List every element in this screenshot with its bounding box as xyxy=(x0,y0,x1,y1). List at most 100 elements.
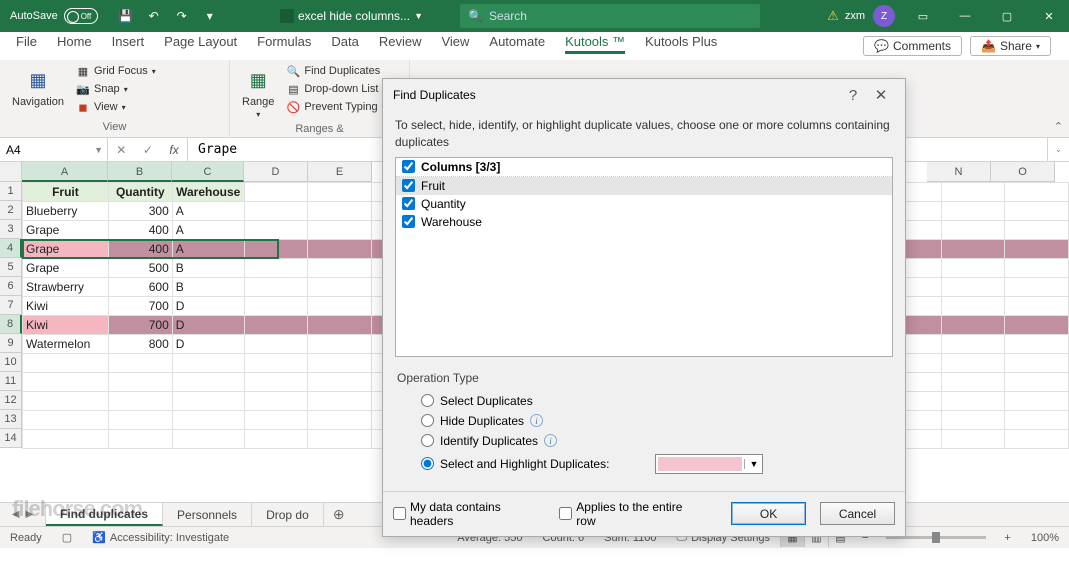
ok-button[interactable]: OK xyxy=(731,502,806,525)
cell[interactable] xyxy=(942,240,1005,259)
cell[interactable] xyxy=(308,354,371,373)
cell[interactable] xyxy=(244,392,307,411)
search-input[interactable]: 🔍 Search xyxy=(460,4,760,28)
cell[interactable] xyxy=(1005,411,1069,430)
column-item-fruit[interactable]: Fruit xyxy=(396,177,892,195)
entire-row-checkbox[interactable] xyxy=(559,507,572,520)
info-icon[interactable]: i xyxy=(530,414,543,427)
sheet-tab[interactable]: Personnels xyxy=(163,503,252,526)
cell[interactable]: 500 xyxy=(108,259,172,278)
cell[interactable] xyxy=(172,392,244,411)
row-header[interactable]: 11 xyxy=(0,372,22,391)
undo-icon[interactable]: ↶ xyxy=(142,4,166,28)
cell[interactable] xyxy=(108,392,172,411)
cell[interactable]: D xyxy=(172,335,244,354)
highlight-color-combo[interactable]: ▼ xyxy=(655,454,763,474)
info-icon[interactable]: i xyxy=(544,434,557,447)
range-button[interactable]: ▦ Range▾ xyxy=(238,62,278,123)
cell[interactable] xyxy=(1005,240,1069,259)
cell[interactable] xyxy=(942,316,1005,335)
dialog-close-icon[interactable]: ✕ xyxy=(867,86,895,104)
cell[interactable] xyxy=(1005,392,1069,411)
cell[interactable] xyxy=(308,240,371,259)
ribbon-display-icon[interactable]: ▭ xyxy=(903,0,943,32)
cell[interactable] xyxy=(23,392,109,411)
column-header[interactable]: N xyxy=(927,162,991,182)
cell[interactable] xyxy=(308,392,371,411)
navigation-button[interactable]: ▦ Navigation xyxy=(8,62,68,112)
cell[interactable] xyxy=(108,354,172,373)
add-sheet-button[interactable]: ⊕ xyxy=(324,503,354,526)
columns-listbox[interactable]: Columns [3/3] Fruit Quantity Warehouse xyxy=(395,157,893,357)
expand-formula-icon[interactable]: ⌄ xyxy=(1047,138,1069,161)
sheet-tab[interactable]: Find duplicates xyxy=(46,503,163,526)
snap-button[interactable]: 📷Snap▾ xyxy=(76,80,156,98)
row-header[interactable]: 7 xyxy=(0,296,22,315)
row-header[interactable]: 10 xyxy=(0,353,22,372)
qat-dropdown-icon[interactable]: ▾ xyxy=(198,4,222,28)
headers-checkbox-row[interactable]: My data contains headers xyxy=(393,500,545,528)
cell[interactable] xyxy=(308,259,371,278)
column-header[interactable]: C xyxy=(172,162,244,182)
cell[interactable]: A xyxy=(172,221,244,240)
grid-focus-button[interactable]: ▦Grid Focus▾ xyxy=(76,62,156,80)
cell[interactable]: Blueberry xyxy=(23,202,109,221)
sheet-nav[interactable]: ◀▶ xyxy=(0,503,46,526)
minimize-icon[interactable]: — xyxy=(945,0,985,32)
tab-automate[interactable]: Automate xyxy=(479,28,555,60)
row-header[interactable]: 9 xyxy=(0,334,22,353)
tab-insert[interactable]: Insert xyxy=(102,28,155,60)
cell[interactable] xyxy=(1005,430,1069,449)
cell[interactable] xyxy=(108,411,172,430)
cell[interactable] xyxy=(308,430,371,449)
cell[interactable] xyxy=(23,354,109,373)
cell[interactable] xyxy=(942,354,1005,373)
tab-formulas[interactable]: Formulas xyxy=(247,28,321,60)
cell[interactable] xyxy=(1005,183,1069,202)
cell[interactable] xyxy=(172,373,244,392)
column-checkbox[interactable] xyxy=(402,179,415,192)
columns-all-checkbox[interactable] xyxy=(402,160,415,173)
row-header[interactable]: 3 xyxy=(0,220,22,239)
save-icon[interactable]: 💾 xyxy=(114,4,138,28)
row-header[interactable]: 2 xyxy=(0,201,22,220)
tab-view[interactable]: View xyxy=(431,28,479,60)
cell[interactable] xyxy=(1005,202,1069,221)
cell[interactable] xyxy=(1005,354,1069,373)
accessibility-button[interactable]: ♿Accessibility: Investigate xyxy=(82,531,239,544)
cell[interactable]: Warehouse xyxy=(172,183,244,202)
cell[interactable] xyxy=(172,430,244,449)
cell[interactable] xyxy=(244,240,307,259)
column-checkbox[interactable] xyxy=(402,197,415,210)
cell[interactable] xyxy=(1005,259,1069,278)
cell[interactable]: Grape xyxy=(23,221,109,240)
cell[interactable] xyxy=(308,335,371,354)
tab-kutools-plus[interactable]: Kutools Plus xyxy=(635,28,727,60)
row-header[interactable]: 4 xyxy=(0,239,22,258)
cell[interactable] xyxy=(244,278,307,297)
tab-page-layout[interactable]: Page Layout xyxy=(154,28,247,60)
cell[interactable]: D xyxy=(172,297,244,316)
cell[interactable] xyxy=(244,411,307,430)
cell[interactable] xyxy=(942,297,1005,316)
select-all-corner[interactable] xyxy=(0,162,22,182)
cell[interactable]: Grape xyxy=(23,259,109,278)
cell[interactable] xyxy=(23,430,109,449)
warning-icon[interactable]: ⚠ xyxy=(823,8,843,24)
cell[interactable] xyxy=(23,373,109,392)
column-header[interactable]: D xyxy=(244,162,308,182)
radio-identify[interactable]: Identify Duplicatesi xyxy=(397,431,891,451)
row-header[interactable]: 12 xyxy=(0,391,22,410)
row-header[interactable]: 1 xyxy=(0,182,22,201)
redo-icon[interactable]: ↷ xyxy=(170,4,194,28)
cell[interactable] xyxy=(942,411,1005,430)
cell[interactable] xyxy=(942,392,1005,411)
cell[interactable]: A xyxy=(172,202,244,221)
cell[interactable]: D xyxy=(172,316,244,335)
row-header[interactable]: 6 xyxy=(0,277,22,296)
cell[interactable] xyxy=(308,316,371,335)
cell[interactable]: 400 xyxy=(108,240,172,259)
cell[interactable] xyxy=(244,202,307,221)
radio-highlight[interactable]: Select and Highlight Duplicates: ▼ xyxy=(397,451,891,477)
row-header[interactable]: 5 xyxy=(0,258,22,277)
